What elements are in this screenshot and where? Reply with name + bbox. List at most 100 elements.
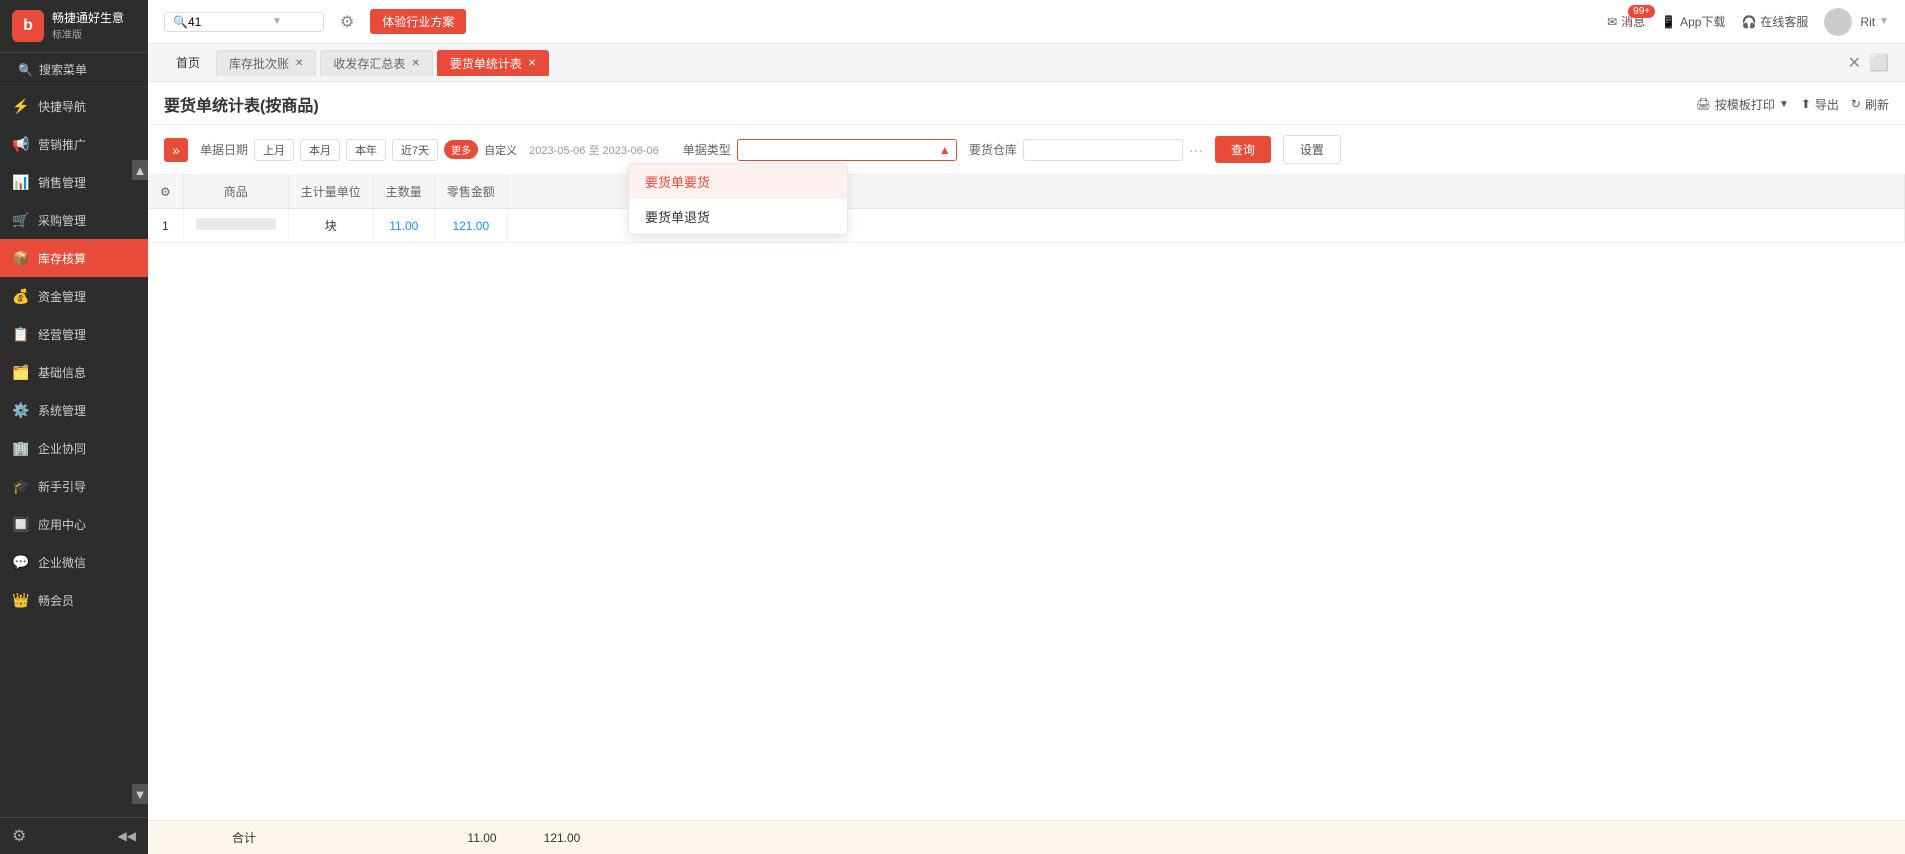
sidebar-item-basic[interactable]: 🗂️ 基础信息 bbox=[0, 353, 148, 391]
doc-type-input[interactable] bbox=[737, 139, 957, 161]
sidebar-scroll-up[interactable]: ▲ bbox=[132, 160, 148, 180]
inventory-icon: 📦 bbox=[12, 249, 30, 267]
export-button[interactable]: ⬆ 导出 bbox=[1801, 96, 1839, 113]
tabs-bar: 首页 库存批次账 ✕ 收发存汇总表 ✕ 要货单统计表 ✕ ✕ ⬜ bbox=[148, 44, 1905, 82]
th-settings[interactable]: ⚙ bbox=[148, 175, 183, 209]
sidebar-item-guide[interactable]: 🎓 新手引导 bbox=[0, 467, 148, 505]
print-dropdown-icon[interactable]: ▼ bbox=[1779, 99, 1789, 110]
sidebar-item-quick-nav[interactable]: ⚡ 快捷导航 bbox=[0, 87, 148, 125]
sidebar-search[interactable]: 🔍 搜索菜单 bbox=[0, 53, 148, 87]
footer-qty: 11.00 bbox=[442, 831, 522, 845]
warehouse-filter-group: 要货仓库 ··· bbox=[969, 139, 1203, 161]
sidebar-item-inventory[interactable]: 📦 库存核算 bbox=[0, 239, 148, 277]
cell-index: 1 bbox=[148, 209, 183, 243]
filter-expand-button[interactable]: » bbox=[164, 138, 188, 162]
warehouse-label: 要货仓库 bbox=[969, 141, 1017, 158]
topbar-search-box[interactable]: 🔍 ▼ bbox=[164, 12, 324, 32]
messages-icon: ✉ bbox=[1607, 15, 1617, 29]
this-year-btn[interactable]: 本年 bbox=[346, 139, 386, 161]
custom-date-btn[interactable]: 自定义 bbox=[484, 142, 517, 158]
tab-label: 收发存汇总表 bbox=[333, 55, 405, 72]
maximize-button[interactable]: ⬜ bbox=[1869, 53, 1889, 73]
dropdown-item-purchase-order[interactable]: 要货单要货 bbox=[629, 164, 847, 199]
sidebar-item-purchase[interactable]: 🛒 采购管理 bbox=[0, 201, 148, 239]
sidebar-scroll-down[interactable]: ▼ bbox=[132, 784, 148, 804]
refresh-button[interactable]: ↻ 刷新 bbox=[1851, 96, 1889, 113]
nav-label: 企业协同 bbox=[38, 440, 86, 457]
topbar-search-icon: 🔍 bbox=[173, 15, 188, 29]
print-template-button[interactable]: 🖨 按模板打印 ▼ bbox=[1696, 96, 1789, 113]
export-label: 导出 bbox=[1815, 96, 1839, 113]
sidebar-item-appstore[interactable]: 🔲 应用中心 bbox=[0, 505, 148, 543]
topbar-search-input[interactable] bbox=[188, 15, 268, 29]
tab-inventory-batch[interactable]: 库存批次账 ✕ bbox=[216, 50, 316, 76]
tab-label: 库存批次账 bbox=[229, 55, 289, 72]
th-product: 商品 bbox=[183, 175, 288, 209]
sidebar-item-member[interactable]: 👑 畅会员 bbox=[0, 581, 148, 619]
footer-retail-amount: 121.00 bbox=[522, 831, 602, 845]
sidebar-item-operations[interactable]: 📋 经营管理 bbox=[0, 315, 148, 353]
topbar-search-dropdown-icon[interactable]: ▼ bbox=[272, 16, 282, 27]
date-range-display: 2023-05-06 至 2023-06-06 bbox=[529, 142, 659, 158]
sidebar-item-sales[interactable]: 📊 销售管理 bbox=[0, 163, 148, 201]
enterprise-icon: 🏢 bbox=[12, 439, 30, 457]
cell-qty[interactable]: 11.00 bbox=[373, 209, 434, 243]
sidebar-item-enterprise[interactable]: 🏢 企业协同 bbox=[0, 429, 148, 467]
page-actions: 🖨 按模板打印 ▼ ⬆ 导出 ↻ 刷新 bbox=[1696, 96, 1889, 113]
close-all-tabs-button[interactable]: ✕ bbox=[1848, 53, 1861, 73]
sidebar-item-finance[interactable]: 💰 资金管理 bbox=[0, 277, 148, 315]
this-month-btn[interactable]: 本月 bbox=[300, 139, 340, 161]
tab-collection-summary[interactable]: 收发存汇总表 ✕ bbox=[320, 50, 432, 76]
app-download-icon: 📱 bbox=[1661, 15, 1676, 29]
warehouse-more-btn[interactable]: ··· bbox=[1189, 142, 1203, 158]
messages-button[interactable]: ✉ 消息 99+ bbox=[1607, 13, 1645, 30]
finance-icon: 💰 bbox=[12, 287, 30, 305]
last-month-btn[interactable]: 上月 bbox=[254, 139, 294, 161]
sidebar-item-system[interactable]: ⚙️ 系统管理 bbox=[0, 391, 148, 429]
app-logo-icon: b bbox=[12, 10, 44, 42]
sidebar-item-wechat[interactable]: 💬 企业微信 bbox=[0, 543, 148, 581]
support-button[interactable]: 🎧 在线客服 bbox=[1741, 13, 1808, 30]
search-label: 搜索菜单 bbox=[39, 61, 87, 78]
data-table: ⚙ 商品 主计量单位 主数量 零售金额 1 块 bbox=[148, 175, 1905, 243]
tab-home[interactable]: 首页 bbox=[164, 50, 212, 75]
tab-purchase-order-stat[interactable]: 要货单统计表 ✕ bbox=[437, 50, 549, 76]
date-filter-group: 单据日期 上月 本月 本年 近7天 更多 自定义 bbox=[200, 139, 517, 161]
topbar-settings-icon[interactable]: ⚙ bbox=[340, 12, 354, 32]
nav-label: 库存核算 bbox=[38, 250, 86, 267]
doc-type-dropdown-icon[interactable]: ▲ bbox=[939, 143, 951, 157]
dropdown-item-purchase-return[interactable]: 要货单退货 bbox=[629, 199, 847, 234]
cell-retail-amount[interactable]: 121.00 bbox=[434, 209, 507, 243]
sidebar-collapse-btn[interactable]: ◀◀ bbox=[118, 829, 136, 843]
wechat-icon: 💬 bbox=[12, 553, 30, 571]
trial-industry-button[interactable]: 体验行业方案 bbox=[370, 9, 466, 34]
cell-unit: 块 bbox=[288, 209, 373, 243]
last-7-days-btn[interactable]: 近7天 bbox=[392, 139, 438, 161]
query-button[interactable]: 查询 bbox=[1215, 136, 1271, 163]
app-download-button[interactable]: 📱 App下载 bbox=[1661, 13, 1725, 30]
th-unit: 主计量单位 bbox=[288, 175, 373, 209]
footer-label: 合计 bbox=[192, 829, 442, 846]
topbar-left: 🔍 ▼ ⚙ 体验行业方案 bbox=[164, 9, 466, 34]
warehouse-input[interactable] bbox=[1023, 139, 1183, 161]
nav-label: 经营管理 bbox=[38, 326, 86, 343]
more-dates-btn[interactable]: 更多 bbox=[444, 140, 478, 159]
sidebar-settings-btn[interactable]: ⚙ bbox=[12, 826, 26, 846]
nav-label: 企业微信 bbox=[38, 554, 86, 571]
support-label: 在线客服 bbox=[1760, 13, 1808, 30]
user-profile[interactable]: Rit ▼ bbox=[1824, 8, 1889, 36]
tab-close-collection-summary[interactable]: ✕ bbox=[411, 58, 419, 69]
filter-settings-button[interactable]: 设置 bbox=[1283, 135, 1341, 164]
nav-label: 营销推广 bbox=[38, 136, 86, 153]
export-icon: ⬆ bbox=[1801, 97, 1811, 111]
avatar bbox=[1824, 8, 1852, 36]
print-label: 按模板打印 bbox=[1715, 96, 1775, 113]
sidebar-item-marketing[interactable]: 📢 营销推广 bbox=[0, 125, 148, 163]
nav-label: 资金管理 bbox=[38, 288, 86, 305]
nav-label: 应用中心 bbox=[38, 516, 86, 533]
tab-close-purchase-order-stat[interactable]: ✕ bbox=[528, 58, 536, 69]
doc-type-dropdown: 要货单要货 要货单退货 bbox=[628, 163, 848, 235]
sidebar-logo: b 畅捷通好生意 标准版 bbox=[0, 0, 148, 53]
main-area: 🔍 ▼ ⚙ 体验行业方案 ✉ 消息 99+ 📱 App下载 🎧 在线客服 bbox=[148, 0, 1905, 854]
tab-close-inventory-batch[interactable]: ✕ bbox=[295, 58, 303, 69]
